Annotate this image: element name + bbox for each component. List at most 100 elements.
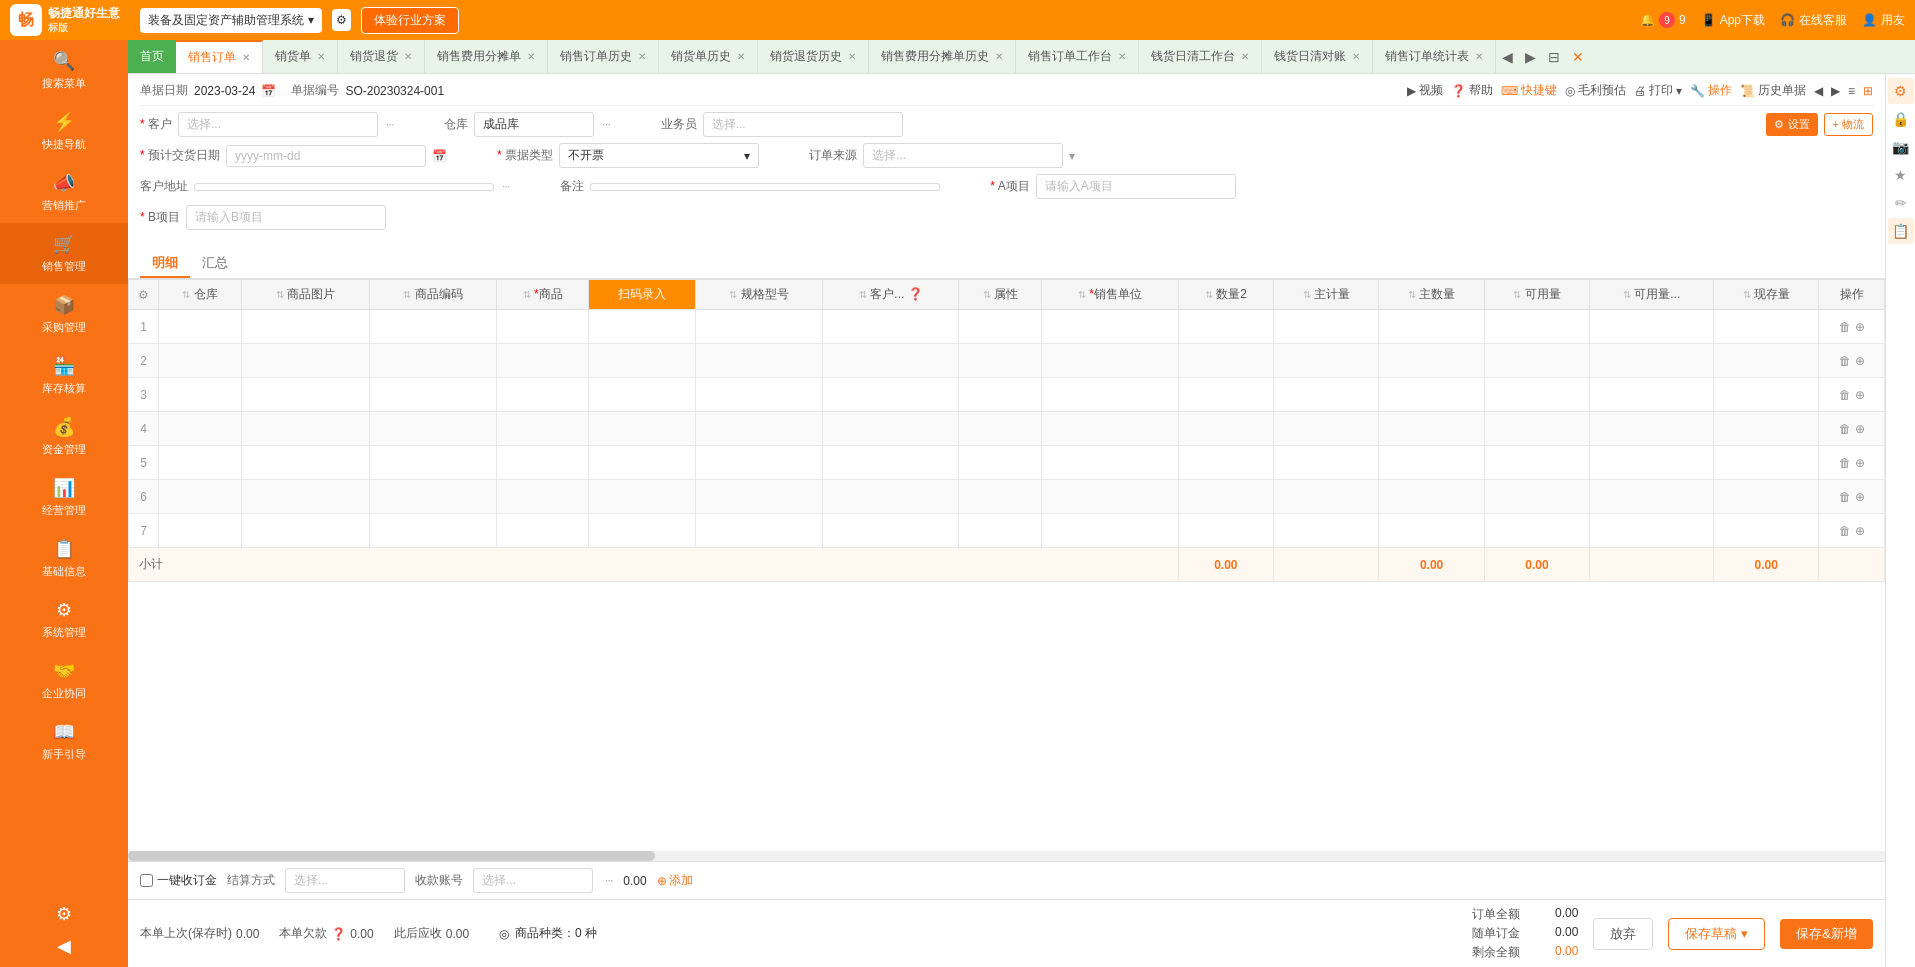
cell-5-2[interactable] [241, 446, 369, 480]
cell-7-12[interactable] [1379, 514, 1484, 548]
cell-5-8[interactable] [959, 446, 1042, 480]
cell-6-16[interactable]: 🗑⊕ [1819, 480, 1885, 514]
system-selector[interactable]: 装备及固定资产辅助管理系统 ▾ [140, 8, 322, 33]
add-btn[interactable]: ⊕ 添加 [657, 872, 693, 889]
cell-1-4[interactable] [497, 310, 589, 344]
copy-row-icon[interactable]: ⊕ [1855, 320, 1865, 334]
table-row[interactable]: 4🗑⊕ [129, 412, 1885, 446]
cell-1-1[interactable] [159, 310, 242, 344]
account-select[interactable]: 选择... [473, 868, 593, 893]
customer-more-icon[interactable]: ··· [386, 119, 394, 130]
copy-row-icon[interactable]: ⊕ [1855, 422, 1865, 436]
right-icon-edit[interactable]: ✏ [1888, 190, 1914, 216]
tab-sales-order[interactable]: 销售订单 ✕ [176, 40, 263, 74]
copy-row-icon[interactable]: ⊕ [1855, 524, 1865, 538]
cell-4-16[interactable]: 🗑⊕ [1819, 412, 1885, 446]
warehouse-more-icon[interactable]: ··· [602, 119, 610, 130]
tab-cash-reconcile[interactable]: 钱货日清对账 ✕ [1262, 40, 1373, 74]
cell-1-13[interactable] [1484, 310, 1589, 344]
cell-5-16[interactable]: 🗑⊕ [1819, 446, 1885, 480]
sidebar-item-base-info[interactable]: 📋 基础信息 [0, 528, 128, 589]
order-source-input[interactable]: 选择... [863, 143, 1063, 168]
sidebar-item-sales[interactable]: 🛒 销售管理 [0, 223, 128, 284]
save-draft-button[interactable]: 保存草稿 ▾ [1668, 918, 1765, 950]
cell-5-12[interactable] [1379, 446, 1484, 480]
cell-7-15[interactable] [1714, 514, 1819, 548]
view-btn[interactable]: ▶ 视频 [1407, 82, 1443, 99]
cell-4-13[interactable] [1484, 412, 1589, 446]
remark-input[interactable] [590, 183, 940, 191]
copy-row-icon[interactable]: ⊕ [1855, 490, 1865, 504]
copy-row-icon[interactable]: ⊕ [1855, 388, 1865, 402]
cell-7-5[interactable] [589, 514, 696, 548]
copy-row-icon[interactable]: ⊕ [1855, 354, 1865, 368]
customer-input[interactable]: 选择... [178, 112, 378, 137]
tab-sales-slip-history[interactable]: 销货单历史 ✕ [659, 40, 758, 74]
cell-6-10[interactable] [1178, 480, 1273, 514]
cell-7-9[interactable] [1042, 514, 1179, 548]
tab-sales-order-history[interactable]: 销售订单历史 ✕ [548, 40, 659, 74]
cell-4-5[interactable] [589, 412, 696, 446]
sidebar-item-cooperation[interactable]: 🤝 企业协同 [0, 650, 128, 711]
cell-6-5[interactable] [589, 480, 696, 514]
cell-2-14[interactable] [1590, 344, 1714, 378]
tab-prev-btn[interactable]: ◀ [1496, 49, 1519, 65]
app-download-item[interactable]: 📱 App下载 [1701, 12, 1765, 29]
cell-7-7[interactable] [823, 514, 959, 548]
scroll-thumb[interactable] [128, 851, 655, 861]
cell-6-4[interactable] [497, 480, 589, 514]
col-scan[interactable]: 扫码录入 [589, 280, 696, 310]
cell-7-1[interactable] [159, 514, 242, 548]
cell-2-11[interactable] [1274, 344, 1379, 378]
tab-close-all-btn[interactable]: ✕ [1566, 49, 1590, 65]
cell-4-12[interactable] [1379, 412, 1484, 446]
cell-5-5[interactable] [589, 446, 696, 480]
cell-3-7[interactable] [823, 378, 959, 412]
cell-1-3[interactable] [369, 310, 497, 344]
tab-next-btn[interactable]: ▶ [1519, 49, 1542, 65]
horizontal-scrollbar[interactable] [128, 851, 1885, 861]
tab-close-sales-slip[interactable]: ✕ [317, 51, 325, 62]
settings-right-btn[interactable]: ⚙ 设置 [1766, 113, 1817, 136]
cell-5-13[interactable] [1484, 446, 1589, 480]
cell-3-10[interactable] [1178, 378, 1273, 412]
delivery-calendar-icon[interactable]: 📅 [432, 149, 447, 163]
cell-3-5[interactable] [589, 378, 696, 412]
cell-3-4[interactable] [497, 378, 589, 412]
cell-4-11[interactable] [1274, 412, 1379, 446]
tab-close-sales-order-history[interactable]: ✕ [638, 51, 646, 62]
cell-2-6[interactable] [695, 344, 823, 378]
sidebar-item-purchase[interactable]: 📦 采购管理 [0, 284, 128, 345]
cell-7-10[interactable] [1178, 514, 1273, 548]
cell-5-9[interactable] [1042, 446, 1179, 480]
right-icon-image[interactable]: 📷 [1888, 134, 1914, 160]
cell-4-8[interactable] [959, 412, 1042, 446]
cell-6-14[interactable] [1590, 480, 1714, 514]
project-b-input[interactable]: 请输入B项目 [186, 205, 386, 230]
tab-detail[interactable]: 明细 [140, 250, 190, 278]
delete-row-icon[interactable]: 🗑 [1839, 422, 1851, 436]
cell-2-9[interactable] [1042, 344, 1179, 378]
tab-close-sales-return-history[interactable]: ✕ [848, 51, 856, 62]
tab-close-sales-workbench[interactable]: ✕ [1118, 51, 1126, 62]
cell-1-8[interactable] [959, 310, 1042, 344]
table-row[interactable]: 7🗑⊕ [129, 514, 1885, 548]
sidebar-item-search[interactable]: 🔍 搜索菜单 [0, 40, 128, 101]
cell-3-12[interactable] [1379, 378, 1484, 412]
invoice-type-select[interactable]: 不开票 ▾ [559, 143, 759, 168]
one-key-deposit-checkbox[interactable] [140, 874, 153, 887]
settings-icon-btn[interactable]: ⚙ [332, 9, 351, 31]
cell-1-12[interactable] [1379, 310, 1484, 344]
cell-5-7[interactable] [823, 446, 959, 480]
cell-5-3[interactable] [369, 446, 497, 480]
cell-5-6[interactable] [695, 446, 823, 480]
cell-3-11[interactable] [1274, 378, 1379, 412]
cell-1-6[interactable] [695, 310, 823, 344]
cell-6-6[interactable] [695, 480, 823, 514]
cell-3-6[interactable] [695, 378, 823, 412]
cell-2-10[interactable] [1178, 344, 1273, 378]
user-item[interactable]: 👤 用友 [1862, 12, 1905, 29]
sidebar-item-operations[interactable]: 📊 经营管理 [0, 467, 128, 528]
tab-sales-expense-history[interactable]: 销售费用分摊单历史 ✕ [869, 40, 1016, 74]
cell-1-14[interactable] [1590, 310, 1714, 344]
